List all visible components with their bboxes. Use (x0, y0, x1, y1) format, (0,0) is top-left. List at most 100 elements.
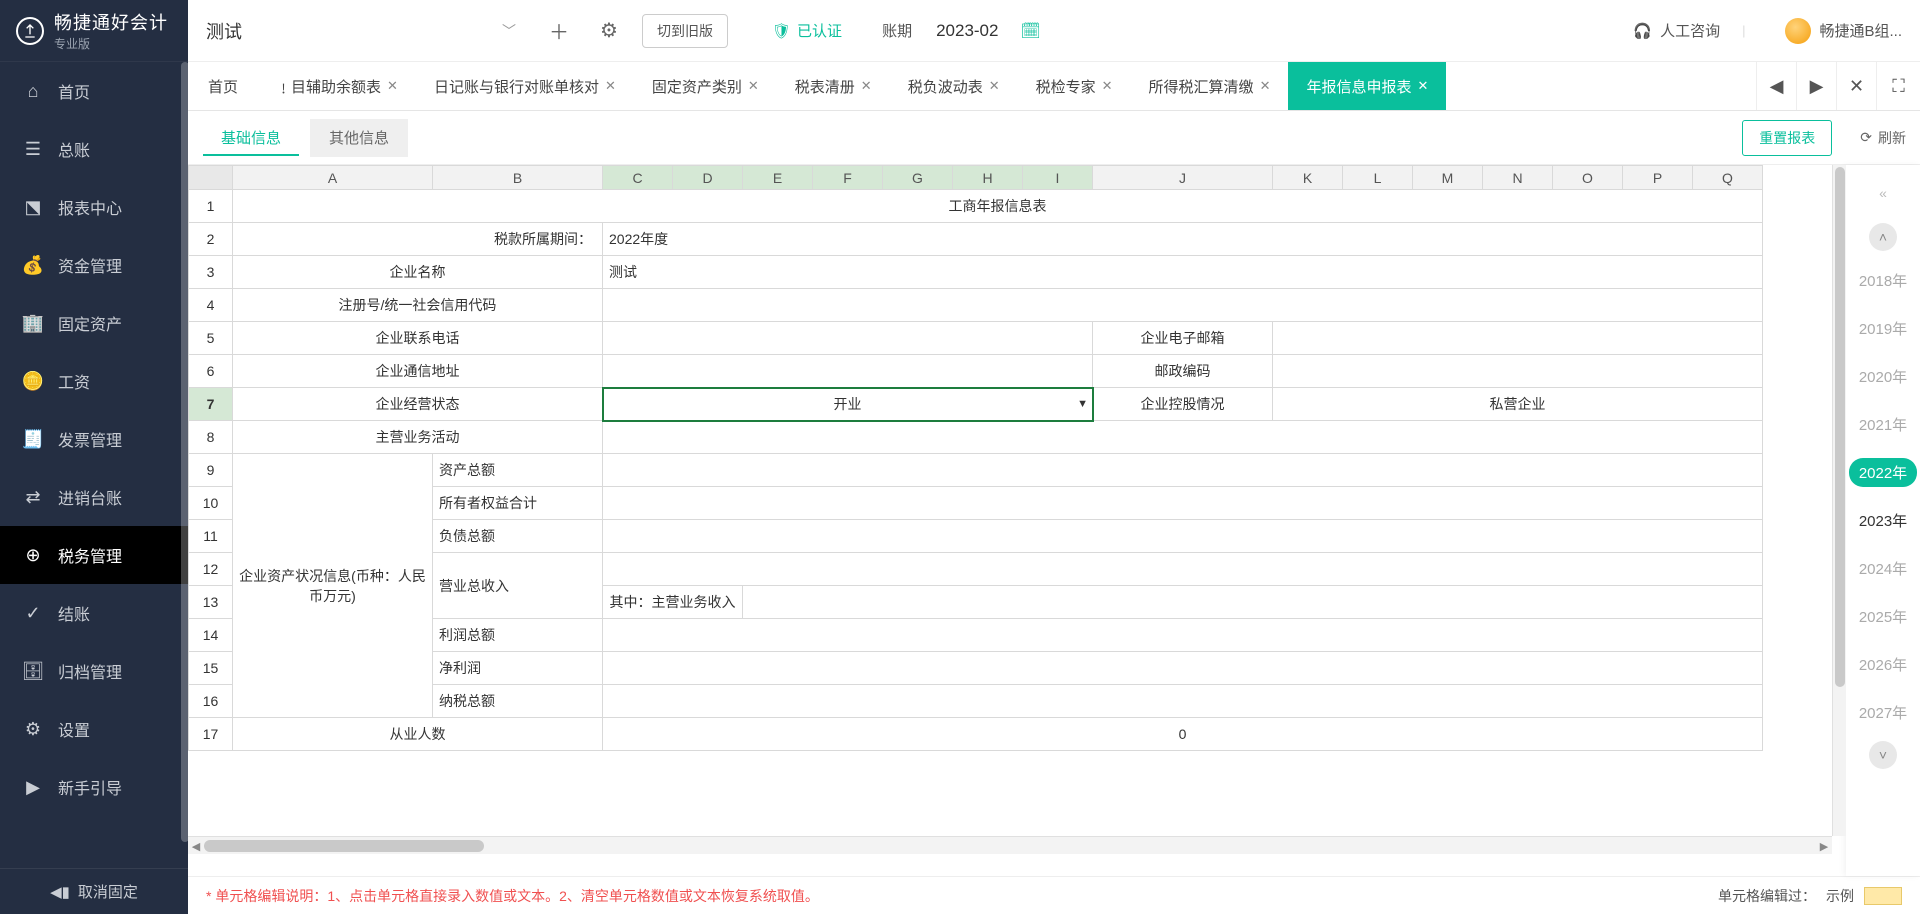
cell-phone[interactable] (603, 322, 1093, 355)
horizontal-scrollbar[interactable]: ◀▶ (188, 836, 1832, 854)
cell-rev-main-label[interactable]: 其中：主营业务收入 (603, 586, 743, 619)
year-scroll-up[interactable]: ˄ (1869, 223, 1897, 251)
tabs-close-all[interactable]: ✕ (1836, 62, 1876, 110)
cell-period-value[interactable]: 2022年度 (603, 223, 1763, 256)
tab-tax-expert[interactable]: 税检专家✕ (1018, 62, 1131, 110)
col-header[interactable]: L (1343, 166, 1413, 190)
row-header[interactable]: 8 (189, 421, 233, 454)
cell-asset-total-label[interactable]: 资产总额 (433, 454, 603, 487)
tab-bank-recon[interactable]: 日记账与银行对账单核对✕ (416, 62, 634, 110)
row-header[interactable]: 7 (189, 388, 233, 421)
row-header[interactable]: 16 (189, 685, 233, 718)
row-header[interactable]: 3 (189, 256, 233, 289)
select-all-corner[interactable] (189, 166, 233, 190)
col-header[interactable]: F (813, 166, 883, 190)
col-header[interactable]: I (1023, 166, 1093, 190)
spreadsheet[interactable]: A B C D E F G H I J K L M N O (188, 165, 1846, 876)
col-header[interactable]: C (603, 166, 673, 190)
cell-status-dropdown[interactable]: 开业▼ (603, 388, 1093, 421)
sidebar-item-archive[interactable]: 🗄归档管理 (0, 642, 188, 700)
sidebar-item-guide[interactable]: ▶新手引导 (0, 758, 188, 816)
sidebar-item-tax[interactable]: ⊕税务管理 (0, 526, 188, 584)
settings-button[interactable]: ⚙ (592, 14, 626, 48)
tab-income-tax[interactable]: 所得税汇算清缴✕ (1131, 62, 1289, 110)
calendar-icon[interactable]: 🗓 (1020, 21, 1040, 41)
year-rail-collapse[interactable]: « (1874, 173, 1892, 213)
row-header[interactable]: 14 (189, 619, 233, 652)
year-item-active[interactable]: 2022年 (1846, 449, 1920, 495)
sidebar-item-closing[interactable]: ✓结账 (0, 584, 188, 642)
close-icon[interactable]: ✕ (1417, 78, 1428, 94)
cell-email-label[interactable]: 企业电子邮箱 (1093, 322, 1273, 355)
cell-asset-group[interactable]: 企业资产状况信息(币种：人民币万元) (233, 454, 433, 718)
year-item[interactable]: 2021年 (1846, 401, 1920, 447)
tab-asset-category[interactable]: 固定资产类别✕ (634, 62, 777, 110)
tab-tax-book[interactable]: 税表清册✕ (777, 62, 890, 110)
vertical-scrollbar[interactable] (1832, 165, 1846, 836)
cell-regno[interactable] (603, 289, 1763, 322)
col-header[interactable]: E (743, 166, 813, 190)
cell-owner-equity-label[interactable]: 所有者权益合计 (433, 487, 603, 520)
cell-liab-label[interactable]: 负债总额 (433, 520, 603, 553)
col-header[interactable]: N (1483, 166, 1553, 190)
year-item[interactable]: 2026年 (1846, 641, 1920, 687)
cell-netprofit-label[interactable]: 净利润 (433, 652, 603, 685)
col-header[interactable]: O (1553, 166, 1623, 190)
cell-company-name-label[interactable]: 企业名称 (233, 256, 603, 289)
sidebar-pin-toggle[interactable]: ◀▮ 取消固定 (0, 868, 188, 914)
row-header[interactable]: 17 (189, 718, 233, 751)
company-selector[interactable]: 测试 ﹀ (206, 18, 526, 44)
year-item[interactable]: 2024年 (1846, 545, 1920, 591)
row-header[interactable]: 6 (189, 355, 233, 388)
sidebar-item-ledger[interactable]: ☰总账 (0, 120, 188, 178)
cell-zip-label[interactable]: 邮政编码 (1093, 355, 1273, 388)
tab-annual-report[interactable]: 年报信息申报表✕ (1288, 62, 1446, 110)
subtab-other[interactable]: 其他信息 (310, 119, 408, 157)
year-item[interactable]: 2023年 (1846, 497, 1920, 543)
tabs-fullscreen[interactable]: ⛶ (1876, 62, 1920, 110)
cell-employees-label[interactable]: 从业人数 (233, 718, 603, 751)
sidebar-item-inout[interactable]: ⇄进销台账 (0, 468, 188, 526)
row-header[interactable]: 4 (189, 289, 233, 322)
close-icon[interactable]: ✕ (387, 78, 398, 94)
cell-mainbiz-label[interactable]: 主营业务活动 (233, 421, 603, 454)
cell-addr[interactable] (603, 355, 1093, 388)
cell-mainbiz[interactable] (603, 421, 1763, 454)
year-item[interactable]: 2020年 (1846, 353, 1920, 399)
col-header[interactable]: J (1093, 166, 1273, 190)
cell-tax-label[interactable]: 纳税总额 (433, 685, 603, 718)
user-menu[interactable]: 畅捷通B组... (1785, 18, 1902, 44)
close-icon[interactable]: ✕ (989, 78, 1000, 94)
col-header[interactable]: M (1413, 166, 1483, 190)
cell-status-label[interactable]: 企业经营状态 (233, 388, 603, 421)
row-header[interactable]: 10 (189, 487, 233, 520)
cell-profit-label[interactable]: 利润总额 (433, 619, 603, 652)
cell-employees-value[interactable]: 0 (603, 718, 1763, 751)
row-header[interactable]: 12 (189, 553, 233, 586)
cell-email[interactable] (1273, 322, 1763, 355)
row-header[interactable]: 5 (189, 322, 233, 355)
year-item[interactable]: 2027年 (1846, 689, 1920, 735)
sidebar-item-home[interactable]: ⌂首页 (0, 62, 188, 120)
row-header[interactable]: 13 (189, 586, 233, 619)
col-header[interactable]: D (673, 166, 743, 190)
period-value[interactable]: 2023-02 (936, 21, 998, 41)
sidebar-item-assets[interactable]: 🏢固定资产 (0, 294, 188, 352)
close-icon[interactable]: ✕ (1102, 78, 1113, 94)
row-header[interactable]: 9 (189, 454, 233, 487)
row-header[interactable]: 2 (189, 223, 233, 256)
year-scroll-down[interactable]: ˅ (1869, 741, 1897, 769)
cell-period-label[interactable]: 税款所属期间： (233, 223, 603, 256)
cell-asset-total[interactable] (603, 454, 1763, 487)
cell-rev-main[interactable] (743, 586, 1763, 619)
cell-company-name[interactable]: 测试 (603, 256, 1763, 289)
sidebar-item-salary[interactable]: 🪙工资 (0, 352, 188, 410)
reset-report-button[interactable]: 重置报表 (1742, 120, 1832, 156)
row-header[interactable]: 15 (189, 652, 233, 685)
year-item[interactable]: 2019年 (1846, 305, 1920, 351)
close-icon[interactable]: ✕ (1260, 78, 1271, 94)
year-item[interactable]: 2018年 (1846, 257, 1920, 303)
sidebar-item-settings[interactable]: ⚙设置 (0, 700, 188, 758)
row-header[interactable]: 11 (189, 520, 233, 553)
sidebar-item-invoice[interactable]: 🧾发票管理 (0, 410, 188, 468)
